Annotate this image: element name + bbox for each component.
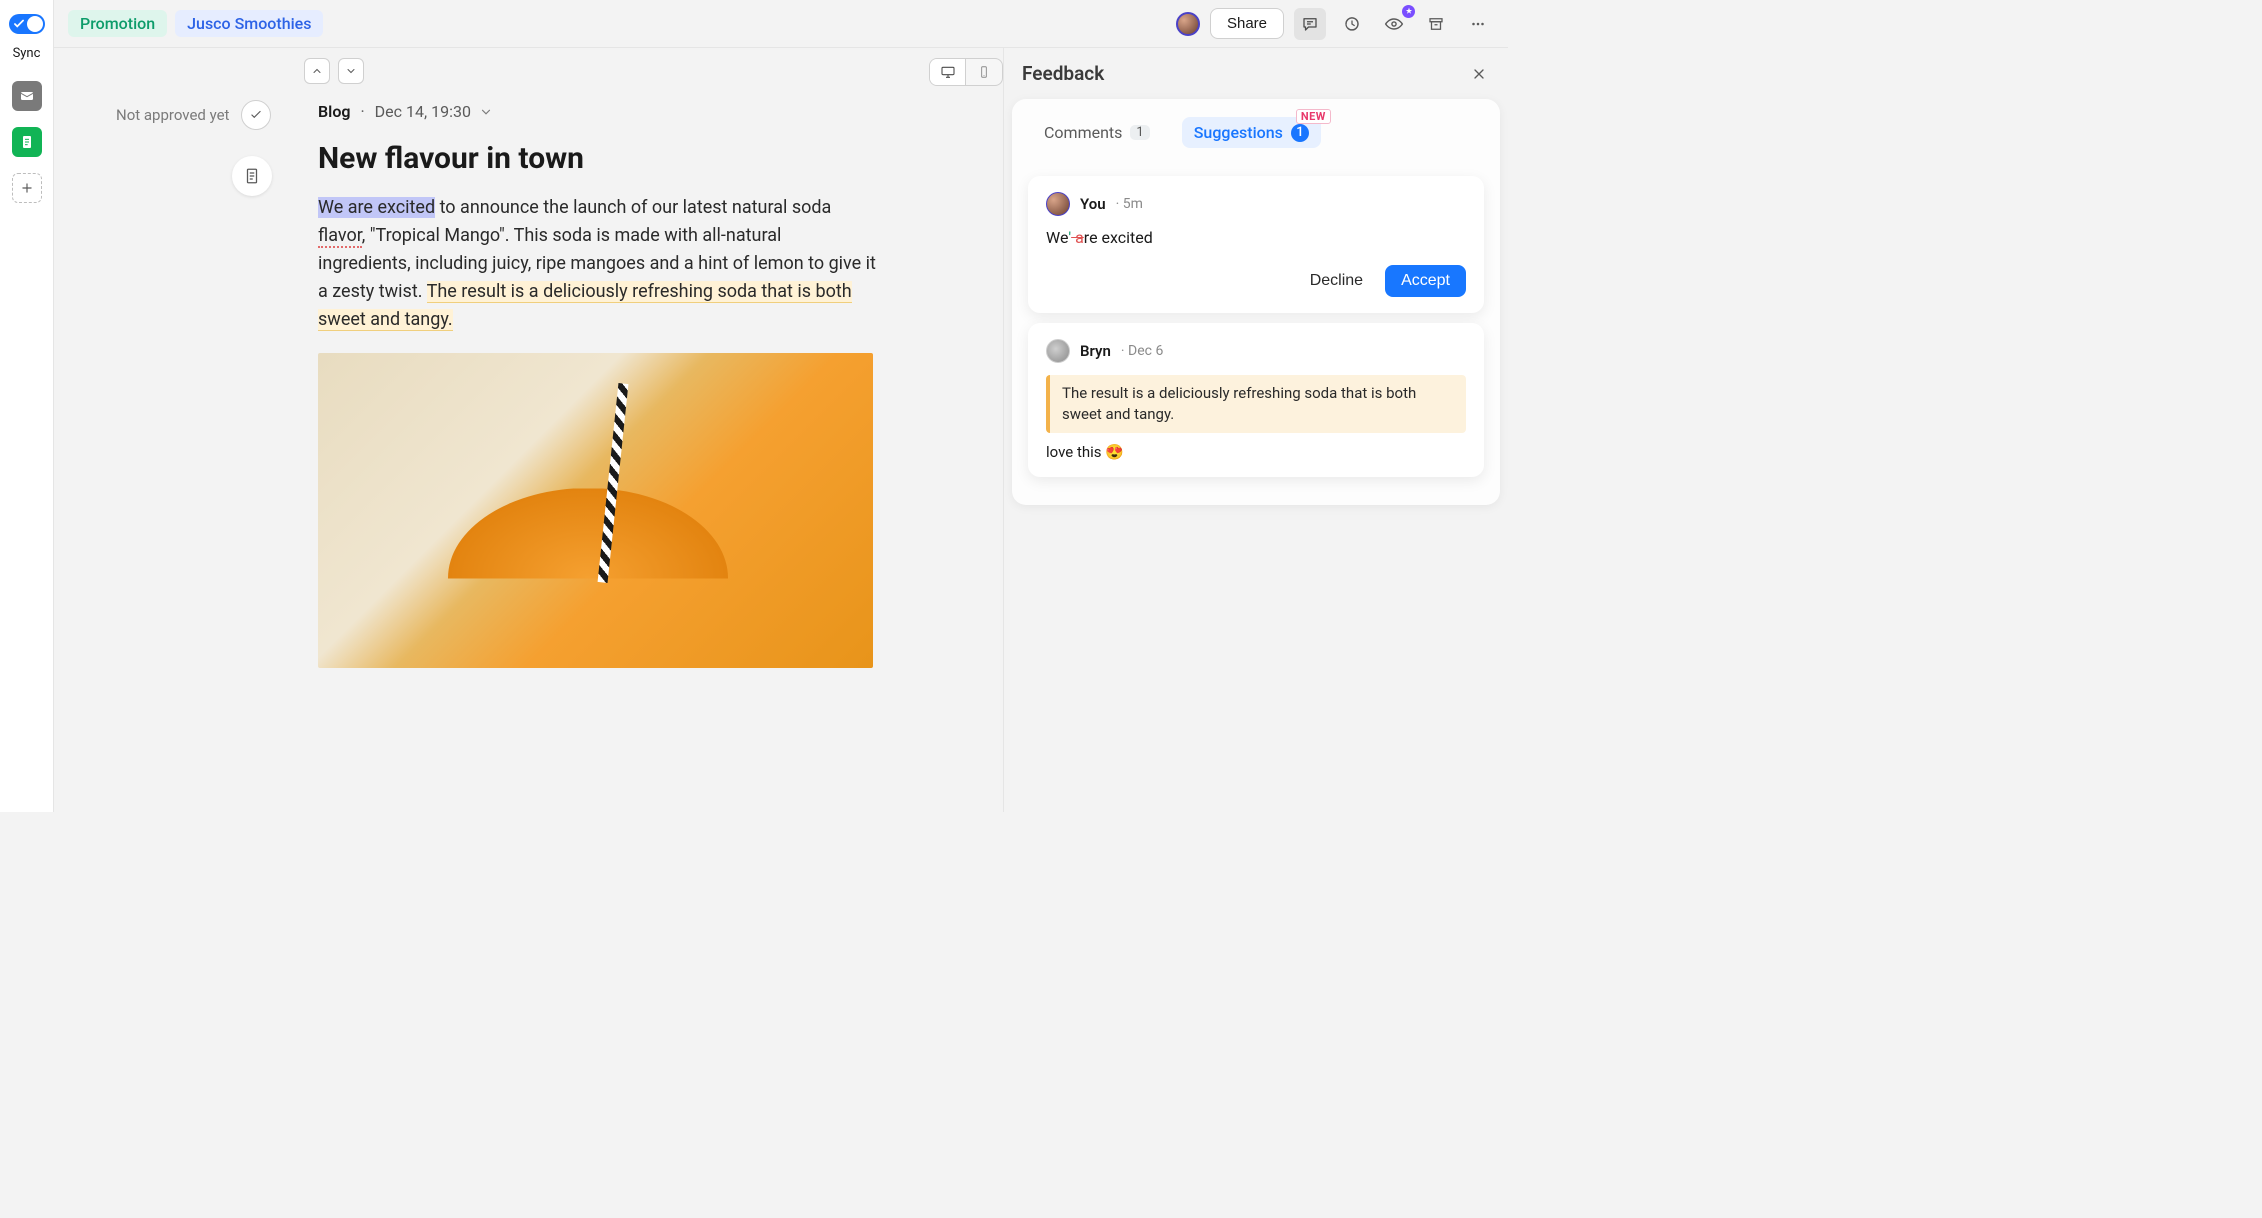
check-icon xyxy=(12,17,26,31)
more-icon xyxy=(1469,15,1487,33)
chevron-up-icon xyxy=(311,65,323,77)
feedback-title: Feedback xyxy=(1022,62,1104,85)
history-button[interactable] xyxy=(1336,8,1368,40)
approval-status: Not approved yet xyxy=(116,106,229,124)
comment-text: love this 😍 xyxy=(1046,443,1466,461)
approve-button[interactable] xyxy=(241,100,271,130)
comment-icon xyxy=(1301,15,1319,33)
tab-suggestions[interactable]: Suggestions 1 NEW xyxy=(1182,117,1321,148)
decline-button[interactable]: Decline xyxy=(1300,265,1373,297)
tab-comments-count: 1 xyxy=(1130,125,1149,140)
doc-type: Blog xyxy=(318,102,350,121)
plus-icon xyxy=(20,181,34,195)
tab-suggestions-count: 1 xyxy=(1291,124,1309,142)
sync-label: Sync xyxy=(13,46,41,61)
hero-image[interactable] xyxy=(318,353,873,668)
card-author: You xyxy=(1080,195,1106,213)
tab-comments-label: Comments xyxy=(1044,123,1122,142)
document-type-button[interactable] xyxy=(232,156,272,196)
content-area: Not approved yet Blog Dec 14, 19:30 xyxy=(54,48,1003,812)
card-time: Dec 6 xyxy=(1121,343,1163,359)
more-button[interactable] xyxy=(1462,8,1494,40)
mobile-icon xyxy=(977,65,991,79)
desktop-view-button[interactable] xyxy=(930,59,966,85)
card-time: 5m xyxy=(1116,196,1143,212)
sidebar-item-document[interactable] xyxy=(12,127,42,157)
device-toggle xyxy=(929,58,1003,86)
avatar xyxy=(1046,339,1070,363)
sidebar-add-button[interactable] xyxy=(12,173,42,203)
avatar xyxy=(1046,192,1070,216)
comment-quote: The result is a deliciously refreshing s… xyxy=(1046,375,1466,433)
spellcheck-word: flavor xyxy=(318,225,362,248)
body-text[interactable]: We are excited to announce the launch of… xyxy=(318,194,878,333)
straw-graphic xyxy=(598,383,629,583)
eye-icon xyxy=(1384,14,1404,34)
feedback-panel: Feedback Comments 1 Suggestions 1 xyxy=(1003,48,1508,812)
new-badge: NEW xyxy=(1296,109,1331,124)
document-icon xyxy=(19,134,35,150)
tag-promotion[interactable]: Promotion xyxy=(68,10,167,37)
tab-suggestions-label: Suggestions xyxy=(1194,123,1283,142)
comments-toggle-button[interactable] xyxy=(1294,8,1326,40)
close-button[interactable] xyxy=(1468,63,1490,85)
card-author: Bryn xyxy=(1080,342,1111,360)
mail-icon xyxy=(19,88,35,104)
sidebar-item-mail[interactable] xyxy=(12,81,42,111)
document-meta[interactable]: Blog Dec 14, 19:30 xyxy=(318,102,963,121)
close-icon xyxy=(1471,66,1487,82)
next-button[interactable] xyxy=(338,58,364,84)
suggestion-highlight: We are excited xyxy=(318,197,435,218)
tab-comments[interactable]: Comments 1 xyxy=(1032,117,1162,148)
page-title[interactable]: New flavour in town xyxy=(318,141,963,176)
share-button[interactable]: Share xyxy=(1210,8,1284,39)
chevron-down-icon xyxy=(345,65,357,77)
history-icon xyxy=(1343,15,1361,33)
preview-button[interactable] xyxy=(1378,8,1410,40)
comment-card: Bryn Dec 6 The result is a deliciously r… xyxy=(1028,323,1484,477)
left-rail: Sync xyxy=(0,0,54,812)
prev-button[interactable] xyxy=(304,58,330,84)
document-icon xyxy=(243,167,261,185)
check-icon xyxy=(249,108,263,122)
star-badge-icon xyxy=(1402,5,1415,18)
topbar: Promotion Jusco Smoothies Share xyxy=(54,0,1508,48)
mobile-view-button[interactable] xyxy=(966,59,1002,85)
archive-button[interactable] xyxy=(1420,8,1452,40)
tag-brand[interactable]: Jusco Smoothies xyxy=(175,10,323,37)
doc-datetime: Dec 14, 19:30 xyxy=(375,102,471,121)
suggestion-card: You 5m We' are excited Decline Accept xyxy=(1028,176,1484,313)
avatar[interactable] xyxy=(1176,12,1200,36)
sync-toggle[interactable] xyxy=(9,14,45,34)
accept-button[interactable]: Accept xyxy=(1385,265,1466,297)
chevron-down-icon xyxy=(479,105,493,119)
archive-icon xyxy=(1427,15,1445,33)
desktop-icon xyxy=(940,64,956,80)
suggestion-text: We' are excited xyxy=(1046,228,1466,247)
